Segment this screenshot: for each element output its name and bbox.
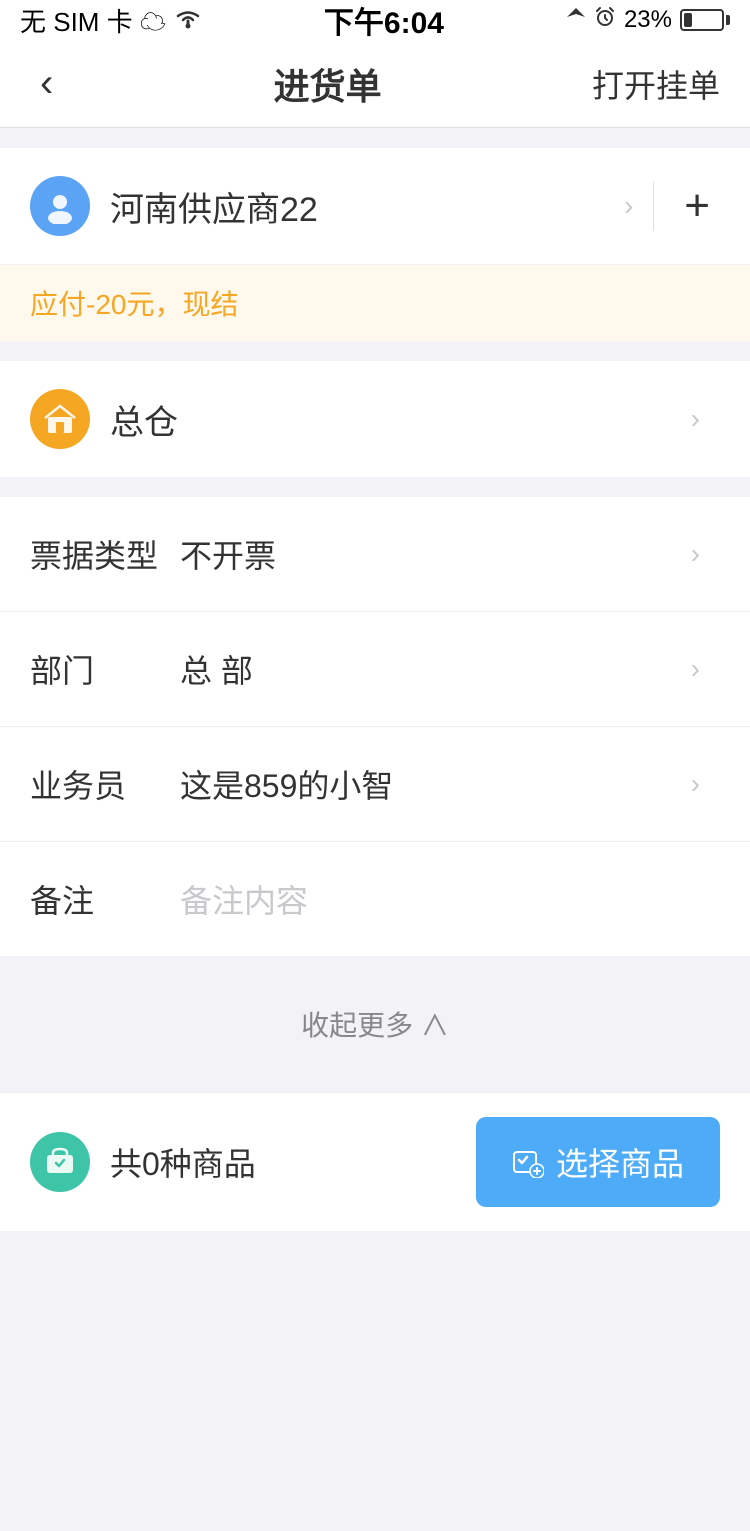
supplier-divider (653, 181, 654, 231)
department-chevron-icon: › (691, 653, 700, 685)
add-button[interactable]: + (674, 181, 720, 231)
remaining-area (0, 1231, 750, 1531)
warehouse-chevron-icon: › (691, 403, 700, 435)
select-product-label: 选择商品 (556, 1139, 684, 1185)
status-left: 无 SIM 卡 ☁ (20, 2, 202, 39)
page-title: 进货单 (274, 58, 382, 110)
supplier-avatar (30, 176, 90, 236)
product-count-text: 共0种商品 (110, 1139, 476, 1185)
bottom-bar: 共0种商品 选择商品 (0, 1092, 750, 1231)
section-gap-3 (0, 1072, 750, 1092)
status-right: 23% (566, 6, 730, 35)
product-count-icon (30, 1132, 90, 1192)
supplier-name: 河南供应商22 (110, 182, 624, 231)
note-row[interactable]: 备注 备注内容 (0, 842, 750, 956)
supplier-chevron-icon: › (624, 190, 633, 222)
notice-banner: 应付-20元，现结 (0, 265, 750, 341)
section-gap-2 (0, 341, 750, 361)
notice-text: 应付-20元，现结 (30, 289, 238, 320)
warehouse-row[interactable]: 总仓 › (0, 361, 750, 477)
department-label: 部门 (30, 646, 170, 692)
open-pending-button[interactable]: 打开挂单 (592, 61, 720, 107)
select-product-button[interactable]: 选择商品 (476, 1117, 720, 1207)
salesman-label: 业务员 (30, 761, 170, 807)
warehouse-icon (30, 389, 90, 449)
battery-percentage: 23% (624, 6, 672, 34)
invoice-value: 不开票 (170, 531, 691, 577)
section-gap-1 (0, 128, 750, 148)
nav-bar: ‹ 进货单 打开挂单 (0, 40, 750, 128)
supplier-section: 河南供应商22 › + 应付-20元，现结 (0, 148, 750, 341)
status-bar: 无 SIM 卡 ☁ 下午6:04 23% (0, 0, 750, 40)
salesman-row[interactable]: 业务员 这是859的小智 › (0, 727, 750, 842)
note-input[interactable]: 备注内容 (170, 876, 720, 922)
location-icon (566, 6, 586, 34)
note-label: 备注 (30, 876, 170, 922)
collapse-row[interactable]: 收起更多 ∧ (0, 976, 750, 1072)
invoice-chevron-icon: › (691, 538, 700, 570)
department-value: 总 部 (170, 646, 691, 692)
department-row[interactable]: 部门 总 部 › (0, 612, 750, 727)
salesman-value: 这是859的小智 (170, 761, 691, 807)
form-section: 票据类型 不开票 › 部门 总 部 › 业务员 这是859的小智 › 备注 备注… (0, 497, 750, 956)
invoice-label: 票据类型 (30, 531, 170, 577)
back-button[interactable]: ‹ (30, 51, 63, 116)
battery-icon (680, 9, 730, 31)
collapse-label: 收起更多 ∧ (301, 1004, 449, 1044)
invoice-row[interactable]: 票据类型 不开票 › (0, 497, 750, 612)
alarm-icon (594, 6, 616, 35)
status-time: 下午6:04 (324, 0, 444, 42)
wifi-icon (174, 5, 202, 36)
salesman-chevron-icon: › (691, 768, 700, 800)
warehouse-name: 总仓 (110, 395, 691, 444)
supplier-row[interactable]: 河南供应商22 › + (0, 148, 750, 265)
signal-text: 无 SIM 卡 ☁ (20, 2, 166, 39)
